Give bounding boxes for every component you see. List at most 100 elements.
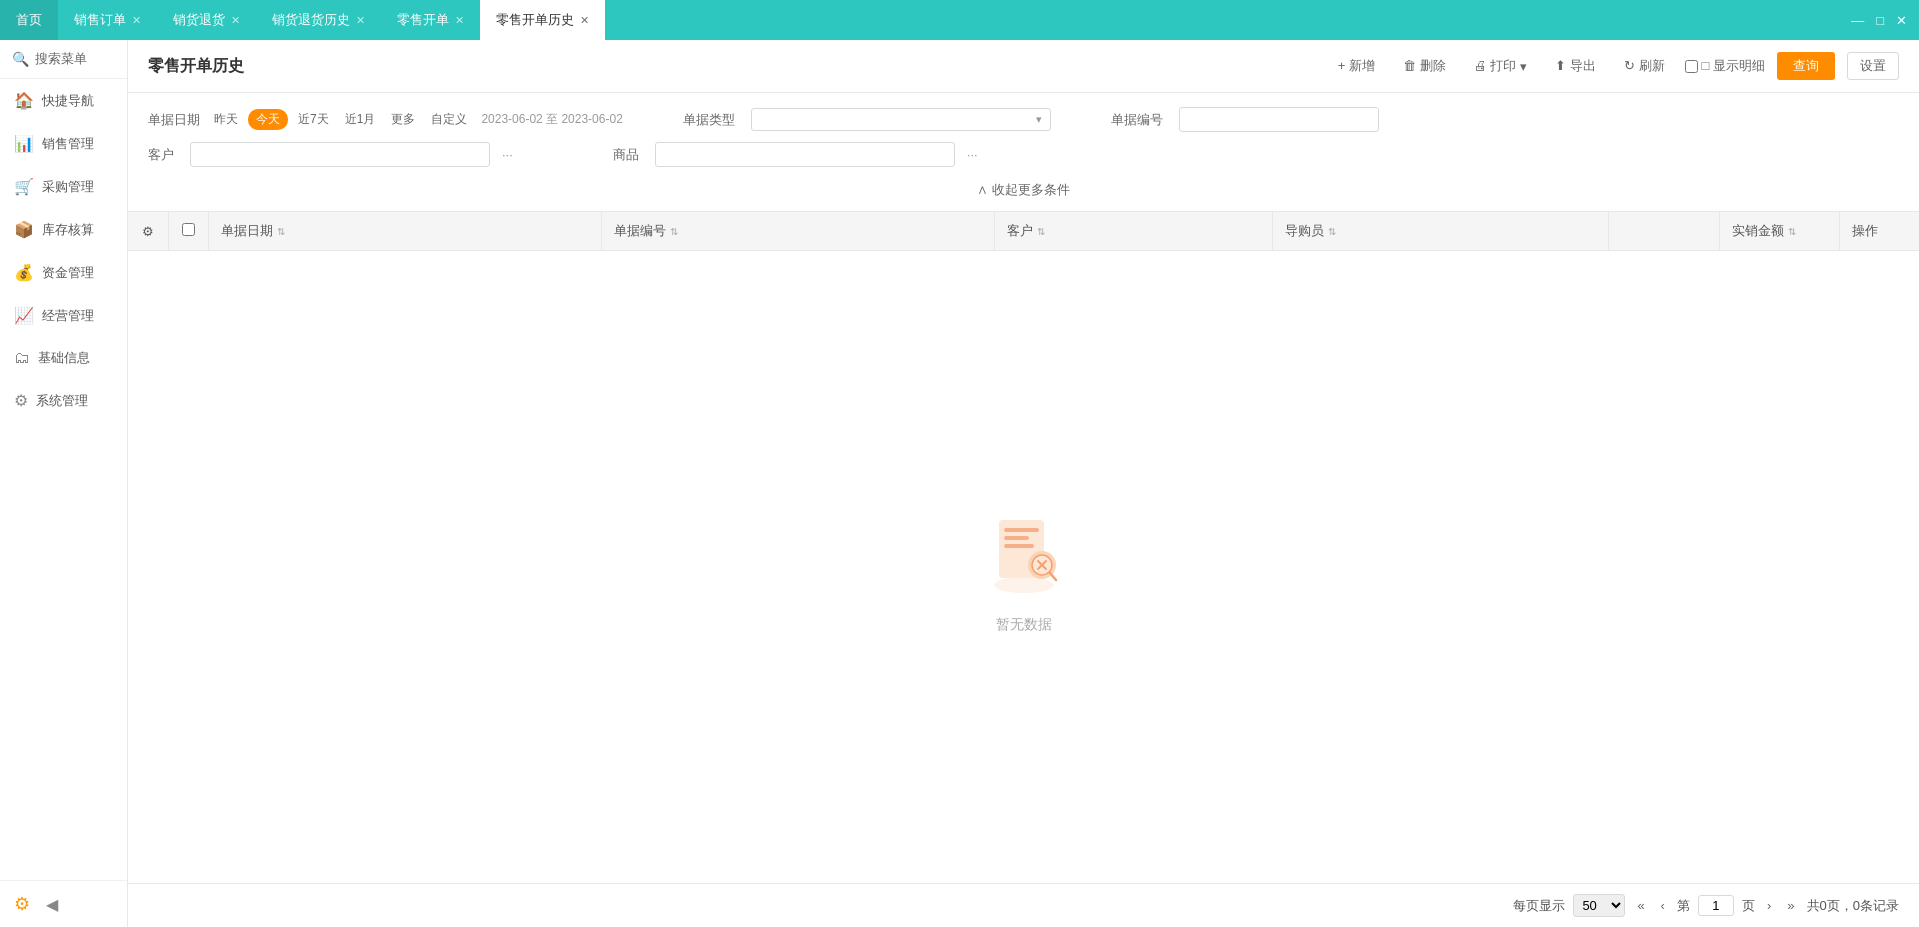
sidebar-search[interactable]: 🔍 搜索菜单: [0, 40, 127, 79]
tab-sales-order[interactable]: 销售订单 ✕: [58, 0, 157, 40]
tab-sales-return-label: 销货退货: [173, 11, 225, 29]
sidebar-item-base-info[interactable]: 🗂 基础信息: [0, 337, 127, 379]
last-page-button[interactable]: »: [1783, 896, 1798, 915]
date-more-btn[interactable]: 更多: [385, 109, 421, 130]
customer-input[interactable]: [190, 142, 490, 167]
maximize-button[interactable]: □: [1876, 13, 1884, 28]
col-date-sort[interactable]: 单据日期 ⇅: [221, 222, 589, 240]
select-all-checkbox[interactable]: [182, 223, 195, 236]
number-sort-icon: ⇅: [670, 226, 678, 237]
svg-rect-2: [1004, 528, 1039, 532]
close-button[interactable]: ✕: [1896, 13, 1907, 28]
col-operation: 操作: [1839, 212, 1919, 251]
search-icon: 🔍: [12, 51, 29, 67]
sidebar-bottom: ⚙ ◀: [0, 880, 127, 927]
sidebar-item-inventory[interactable]: 📦 库存核算: [0, 208, 127, 251]
date-label: 单据日期: [148, 111, 200, 129]
minimize-button[interactable]: —: [1851, 13, 1864, 28]
goods-input[interactable]: [655, 142, 955, 167]
delete-button[interactable]: 🗑 删除: [1395, 53, 1454, 79]
sidebar-collapse-icon[interactable]: ◀: [46, 895, 58, 914]
tab-sales-order-label: 销售订单: [74, 11, 126, 29]
next-page-button[interactable]: ›: [1763, 896, 1775, 915]
customer-sort-icon: ⇅: [1037, 226, 1045, 237]
sidebar-item-operations[interactable]: 📈 经营管理: [0, 294, 127, 337]
sales-mgmt-icon: 📊: [14, 134, 34, 153]
number-input[interactable]: [1179, 107, 1379, 132]
print-button[interactable]: 🖨 打印 ▾: [1466, 53, 1536, 79]
refresh-button[interactable]: ↻ 刷新: [1616, 53, 1673, 79]
page-number-input[interactable]: [1698, 895, 1734, 916]
sidebar-item-quick-nav[interactable]: 🏠 快捷导航: [0, 79, 127, 122]
base-info-icon: 🗂: [14, 349, 30, 367]
query-button[interactable]: 查询: [1777, 52, 1835, 80]
tab-retail-open[interactable]: 零售开单 ✕: [381, 0, 480, 40]
sidebar-item-quick-nav-label: 快捷导航: [42, 92, 94, 110]
quick-nav-icon: 🏠: [14, 91, 34, 110]
collapse-button[interactable]: ∧ 收起更多条件: [977, 177, 1070, 203]
col-date: 单据日期 ⇅: [208, 212, 601, 251]
tab-sales-return-history[interactable]: 销货退货历史 ✕: [256, 0, 381, 40]
filter-customer: 客户 ···: [148, 142, 513, 167]
col-amount-sort[interactable]: 实销金额 ⇅: [1732, 222, 1827, 240]
goods-dots[interactable]: ···: [967, 147, 978, 162]
col-number-sort[interactable]: 单据编号 ⇅: [614, 222, 982, 240]
print-arrow: ▾: [1520, 59, 1527, 74]
sidebar-item-sys-mgmt[interactable]: ⚙ 系统管理: [0, 379, 127, 422]
date-range: 2023-06-02 至 2023-06-02: [481, 111, 622, 128]
sidebar-item-purchase-mgmt[interactable]: 🛒 采购管理: [0, 165, 127, 208]
date-custom-btn[interactable]: 自定义: [425, 109, 473, 130]
sidebar-item-finance[interactable]: 💰 资金管理: [0, 251, 127, 294]
col-number: 单据编号 ⇅: [601, 212, 994, 251]
tab-sales-order-close[interactable]: ✕: [132, 14, 141, 27]
date-yesterday-btn[interactable]: 昨天: [208, 109, 244, 130]
display-detail-checkbox[interactable]: [1685, 60, 1698, 73]
type-label: 单据类型: [683, 111, 735, 129]
sidebar-item-operations-label: 经营管理: [42, 307, 94, 325]
sidebar-search-label: 搜索菜单: [35, 50, 87, 68]
tab-sales-return-close[interactable]: ✕: [231, 14, 240, 27]
sidebar-item-sys-mgmt-label: 系统管理: [36, 392, 88, 410]
type-select[interactable]: ▾: [751, 108, 1051, 131]
col-customer-sort[interactable]: 客户 ⇅: [1007, 222, 1260, 240]
col-guide-sort[interactable]: 导购员 ⇅: [1285, 222, 1596, 240]
customer-label: 客户: [148, 146, 174, 164]
total-label: 共0页，0条记录: [1807, 897, 1899, 915]
sidebar-item-inventory-label: 库存核算: [42, 221, 94, 239]
export-button[interactable]: ⬆ 导出: [1547, 53, 1604, 79]
collapse-row: ∧ 收起更多条件: [148, 177, 1899, 203]
add-button[interactable]: + 新增: [1330, 53, 1383, 79]
settings-button[interactable]: 设置: [1847, 52, 1899, 80]
date-7days-btn[interactable]: 近7天: [292, 109, 335, 130]
tab-sales-return[interactable]: 销货退货 ✕: [157, 0, 256, 40]
sys-mgmt-icon: ⚙: [14, 391, 28, 410]
first-page-button[interactable]: «: [1633, 896, 1648, 915]
date-1month-btn[interactable]: 近1月: [339, 109, 382, 130]
tab-home-label: 首页: [16, 11, 42, 29]
per-page-select[interactable]: 50 10 20 100: [1573, 894, 1625, 917]
prev-page-button[interactable]: ‹: [1657, 896, 1669, 915]
date-today-btn[interactable]: 今天: [248, 109, 288, 130]
customer-dots[interactable]: ···: [502, 147, 513, 162]
tab-home[interactable]: 首页: [0, 0, 58, 40]
svg-rect-3: [1004, 536, 1029, 540]
sidebar-item-base-info-label: 基础信息: [38, 349, 90, 367]
tab-retail-open-close[interactable]: ✕: [455, 14, 464, 27]
date-buttons: 昨天 今天 近7天 近1月 更多 自定义: [208, 109, 473, 130]
tab-retail-open-history[interactable]: 零售开单历史 ✕: [480, 0, 605, 40]
main-layout: 🔍 搜索菜单 🏠 快捷导航 📊 销售管理 🛒 采购管理 📦 库存核算 💰 资金管…: [0, 40, 1919, 927]
sidebar-item-sales-mgmt[interactable]: 📊 销售管理: [0, 122, 127, 165]
sidebar-settings-icon[interactable]: ⚙: [14, 893, 30, 915]
tab-sales-return-history-close[interactable]: ✕: [356, 14, 365, 27]
empty-icon: [974, 500, 1074, 600]
goods-label: 商品: [613, 146, 639, 164]
tab-sales-return-history-label: 销货退货历史: [272, 11, 350, 29]
svg-rect-4: [1004, 544, 1034, 548]
content-area: 零售开单历史 + 新增 🗑 删除 🖨 打印 ▾ ⬆ 导出 ↻ 刷新 □ 显示明细…: [128, 40, 1919, 927]
page-suffix: 页: [1742, 897, 1755, 915]
nav-tabs: 首页 销售订单 ✕ 销货退货 ✕ 销货退货历史 ✕ 零售开单 ✕ 零售开单历史 …: [0, 0, 1839, 40]
operations-icon: 📈: [14, 306, 34, 325]
table-settings-icon[interactable]: ⚙: [142, 224, 154, 239]
tab-retail-open-history-close[interactable]: ✕: [580, 14, 589, 27]
display-detail-label[interactable]: □ 显示明细: [1685, 57, 1765, 75]
